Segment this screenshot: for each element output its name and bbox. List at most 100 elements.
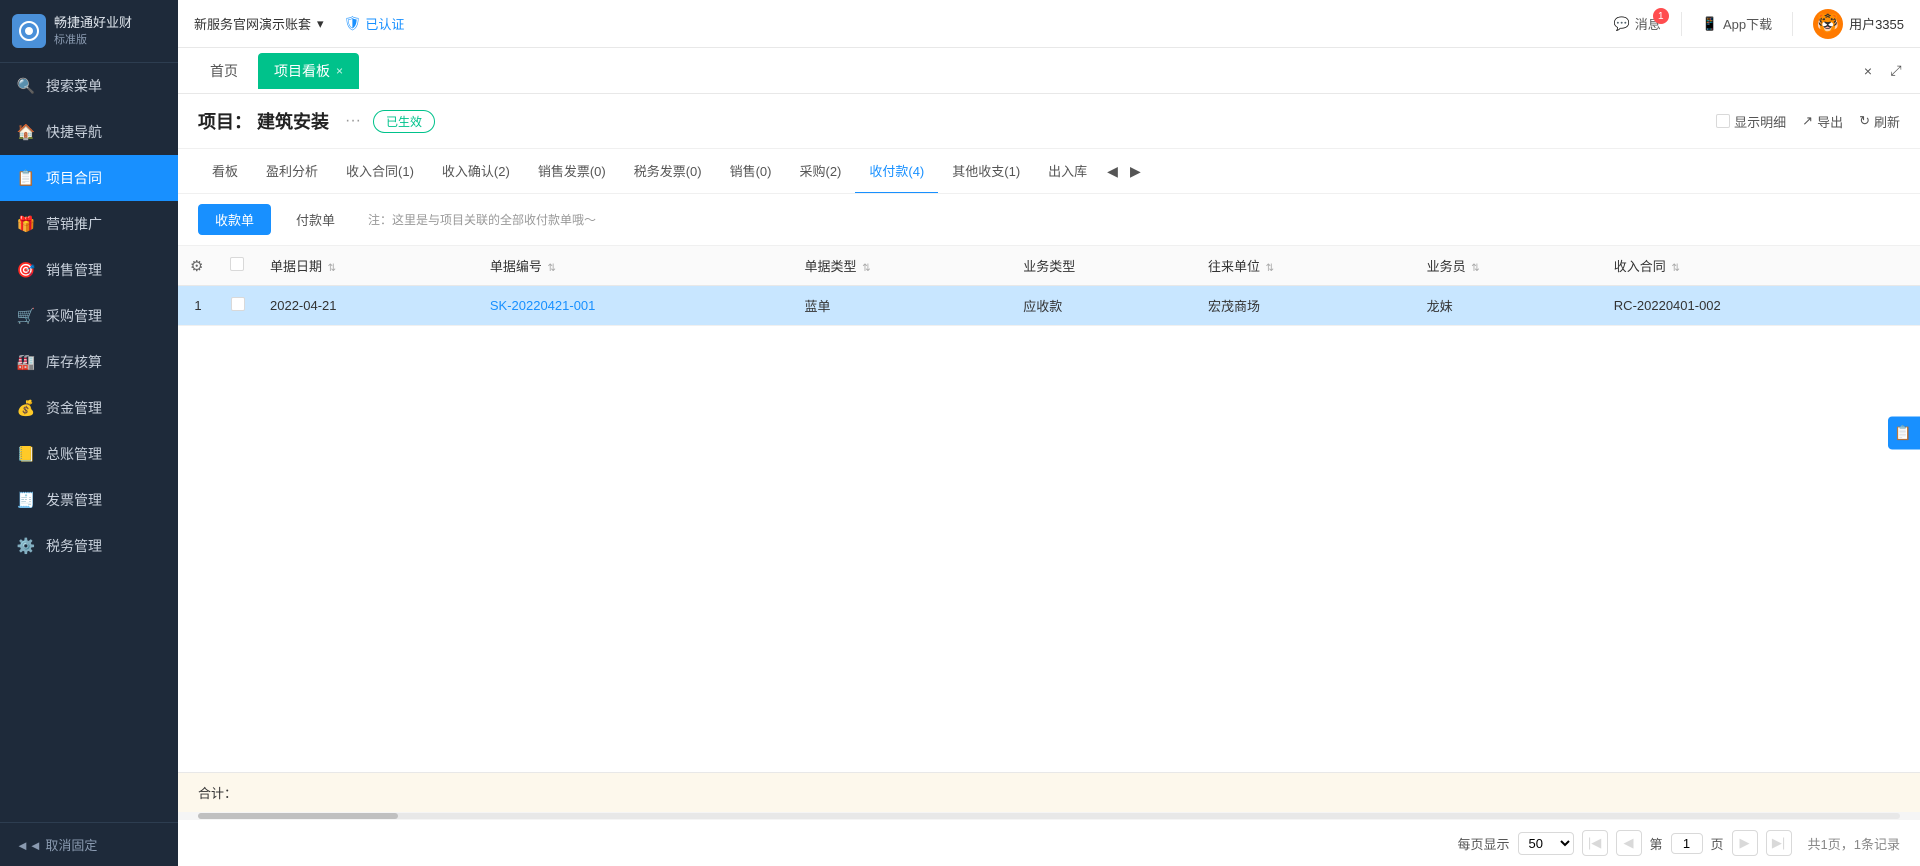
unpin-label: ◄◄ 取消固定 [16,835,97,854]
sub-tabs: 收款单 付款单 注：这里是与项目关联的全部收付款单哦～ [178,194,1920,246]
sidebar-item-invoice[interactable]: 🧾 发票管理 [0,477,178,523]
nav-tab-label: 收付款(4) [869,164,924,179]
row-checkbox[interactable] [231,297,245,311]
app-edition: 标准版 [54,31,132,47]
messages-badge: 1 [1653,8,1669,24]
account-selector[interactable]: 新服务官网演示账套 ▾ [194,14,324,33]
divider [1792,12,1793,36]
messages-button[interactable]: 💬 消息 1 [1614,14,1661,33]
tab-project-board[interactable]: 项目看板 × [258,53,359,89]
project-header: 项目： 建筑安装 ··· 已生效 显示明细 ↗ 导出 ↻ 刷新 [178,94,1920,149]
sub-tab-payment[interactable]: 付款单 [279,204,352,235]
scrollbar-thumb[interactable] [198,813,398,819]
refresh-button[interactable]: ↻ 刷新 [1859,112,1900,131]
cell-type: 蓝单 [793,286,1012,326]
cell-date: 2022-04-21 [258,286,478,326]
nav-tab-sales[interactable]: 销售(0) [716,149,786,194]
window-maximize-button[interactable]: ⤢ [1888,63,1904,79]
sales-icon: 🎯 [16,260,36,280]
app-download-button[interactable]: 📱 App下载 [1702,14,1772,33]
sub-tab-receipt[interactable]: 收款单 [198,204,271,235]
account-name: 新服务官网演示账套 [194,14,311,33]
document-number-link[interactable]: SK-20220421-001 [490,298,596,313]
sidebar-item-sales[interactable]: 🎯 销售管理 [0,247,178,293]
th-type[interactable]: 单据类型 ⇅ [793,246,1012,286]
tab-home[interactable]: 首页 [194,53,254,89]
page-size-select[interactable]: 50 20 100 [1518,832,1574,855]
float-action-button[interactable]: 📋 [1888,416,1920,449]
th-settings[interactable]: ⚙ [178,246,218,286]
header-checkbox[interactable] [230,257,244,271]
first-page-button[interactable]: |◀ [1582,830,1608,856]
last-page-button[interactable]: ▶| [1766,830,1792,856]
next-page-button[interactable]: ▶ [1732,830,1758,856]
user-menu[interactable]: 🐯 用户3355 [1813,9,1904,39]
data-table: ⚙ 单据日期 ⇅ 单据编号 ⇅ [178,246,1920,326]
sidebar-item-quicknav[interactable]: 🏠 快捷导航 [0,109,178,155]
sidebar-item-ledger[interactable]: 📒 总账管理 [0,431,178,477]
nav-tab-income-confirm[interactable]: 收入确认(2) [428,149,524,194]
nav-tab-board[interactable]: 看板 [198,149,252,194]
export-label: 导出 [1817,112,1843,131]
nav-tab-income-contract[interactable]: 收入合同(1) [332,149,428,194]
nav-tab-other-income[interactable]: 其他收支(1) [938,149,1034,194]
th-salesperson[interactable]: 业务员 ⇅ [1415,246,1602,286]
project-more-button[interactable]: ··· [345,112,361,130]
window-close-button[interactable]: × [1860,63,1876,79]
topbar: 新服务官网演示账套 ▾ 🛡 已认证 💬 消息 1 📱 App下载 🐯 用户335… [178,0,1920,48]
horizontal-scrollbar[interactable] [178,812,1920,820]
nav-tab-tax-invoice[interactable]: 税务发票(0) [620,149,716,194]
sidebar-item-funds[interactable]: 💰 资金管理 [0,385,178,431]
sidebar-item-purchase[interactable]: 🛒 采购管理 [0,293,178,339]
th-number[interactable]: 单据编号 ⇅ [478,246,793,286]
nav-tab-label: 收入确认(2) [442,164,510,179]
nav-tab-sales-invoice[interactable]: 销售发票(0) [524,149,620,194]
show-detail-toggle[interactable]: 显示明细 [1716,112,1786,131]
main-area: 新服务官网演示账套 ▾ 🛡 已认证 💬 消息 1 📱 App下载 🐯 用户335… [178,0,1920,866]
sidebar-item-tax[interactable]: ⚙️ 税务管理 [0,523,178,569]
sort-icon: ⇅ [328,263,336,274]
message-icon: 💬 [1614,16,1630,32]
nav-tab-label: 看板 [212,164,238,179]
table-row[interactable]: 1 2022-04-21 SK-20220421-001 蓝单 应收款 宏茂商场… [178,286,1920,326]
sidebar-unpin-button[interactable]: ◄◄ 取消固定 [0,822,178,866]
divider [1681,12,1682,36]
page-number-input[interactable] [1671,833,1703,854]
sidebar: 畅捷通好业财 标准版 🔍 搜索菜单 🏠 快捷导航 📋 项目合同 🎁 营销推广 🎯… [0,0,178,866]
sub-tab-receipt-label: 收款单 [215,213,254,228]
scrollbar-track [198,813,1900,819]
nav-tab-receipt[interactable]: 收付款(4) [855,149,938,194]
sub-tab-note: 注：这里是与项目关联的全部收付款单哦～ [368,211,596,228]
settings-icon[interactable]: ⚙ [190,258,203,275]
nav-tab-profit[interactable]: 盈利分析 [252,149,332,194]
prev-page-button[interactable]: ◀ [1616,830,1642,856]
chevron-down-icon: ▾ [317,16,324,32]
sidebar-item-label: 税务管理 [46,536,102,556]
sidebar-item-inventory[interactable]: 🏭 库存核算 [0,339,178,385]
cell-biz-type: 应收款 [1011,286,1196,326]
cell-number[interactable]: SK-20220421-001 [478,286,793,326]
nav-prev-arrow[interactable]: ◀ [1101,155,1124,188]
sidebar-item-search[interactable]: 🔍 搜索菜单 [0,63,178,109]
marketing-icon: 🎁 [16,214,36,234]
tabbar: 首页 项目看板 × × ⤢ [178,48,1920,94]
tab-close-icon[interactable]: × [336,64,343,78]
th-partner[interactable]: 往来单位 ⇅ [1196,246,1415,286]
sidebar-item-contract[interactable]: 📋 项目合同 [0,155,178,201]
row-number: 1 [178,286,218,326]
cell-partner: 宏茂商场 [1196,286,1415,326]
th-biz-type-label: 业务类型 [1023,259,1075,274]
nav-tab-inout[interactable]: 出入库 [1034,149,1101,194]
th-date[interactable]: 单据日期 ⇅ [258,246,478,286]
sidebar-item-marketing[interactable]: 🎁 营销推广 [0,201,178,247]
certified-badge: 🛡 已认证 [344,14,405,33]
th-income-contract[interactable]: 收入合同 ⇅ [1602,246,1920,286]
nav-tab-purchase[interactable]: 采购(2) [785,149,855,194]
shield-icon: 🛡 [344,15,362,32]
inventory-icon: 🏭 [16,352,36,372]
detail-checkbox[interactable] [1716,114,1730,128]
export-button[interactable]: ↗ 导出 [1802,112,1843,131]
row-checkbox-cell[interactable] [218,286,258,326]
nav-tab-label: 收入合同(1) [346,164,414,179]
nav-next-arrow[interactable]: ▶ [1124,155,1147,188]
